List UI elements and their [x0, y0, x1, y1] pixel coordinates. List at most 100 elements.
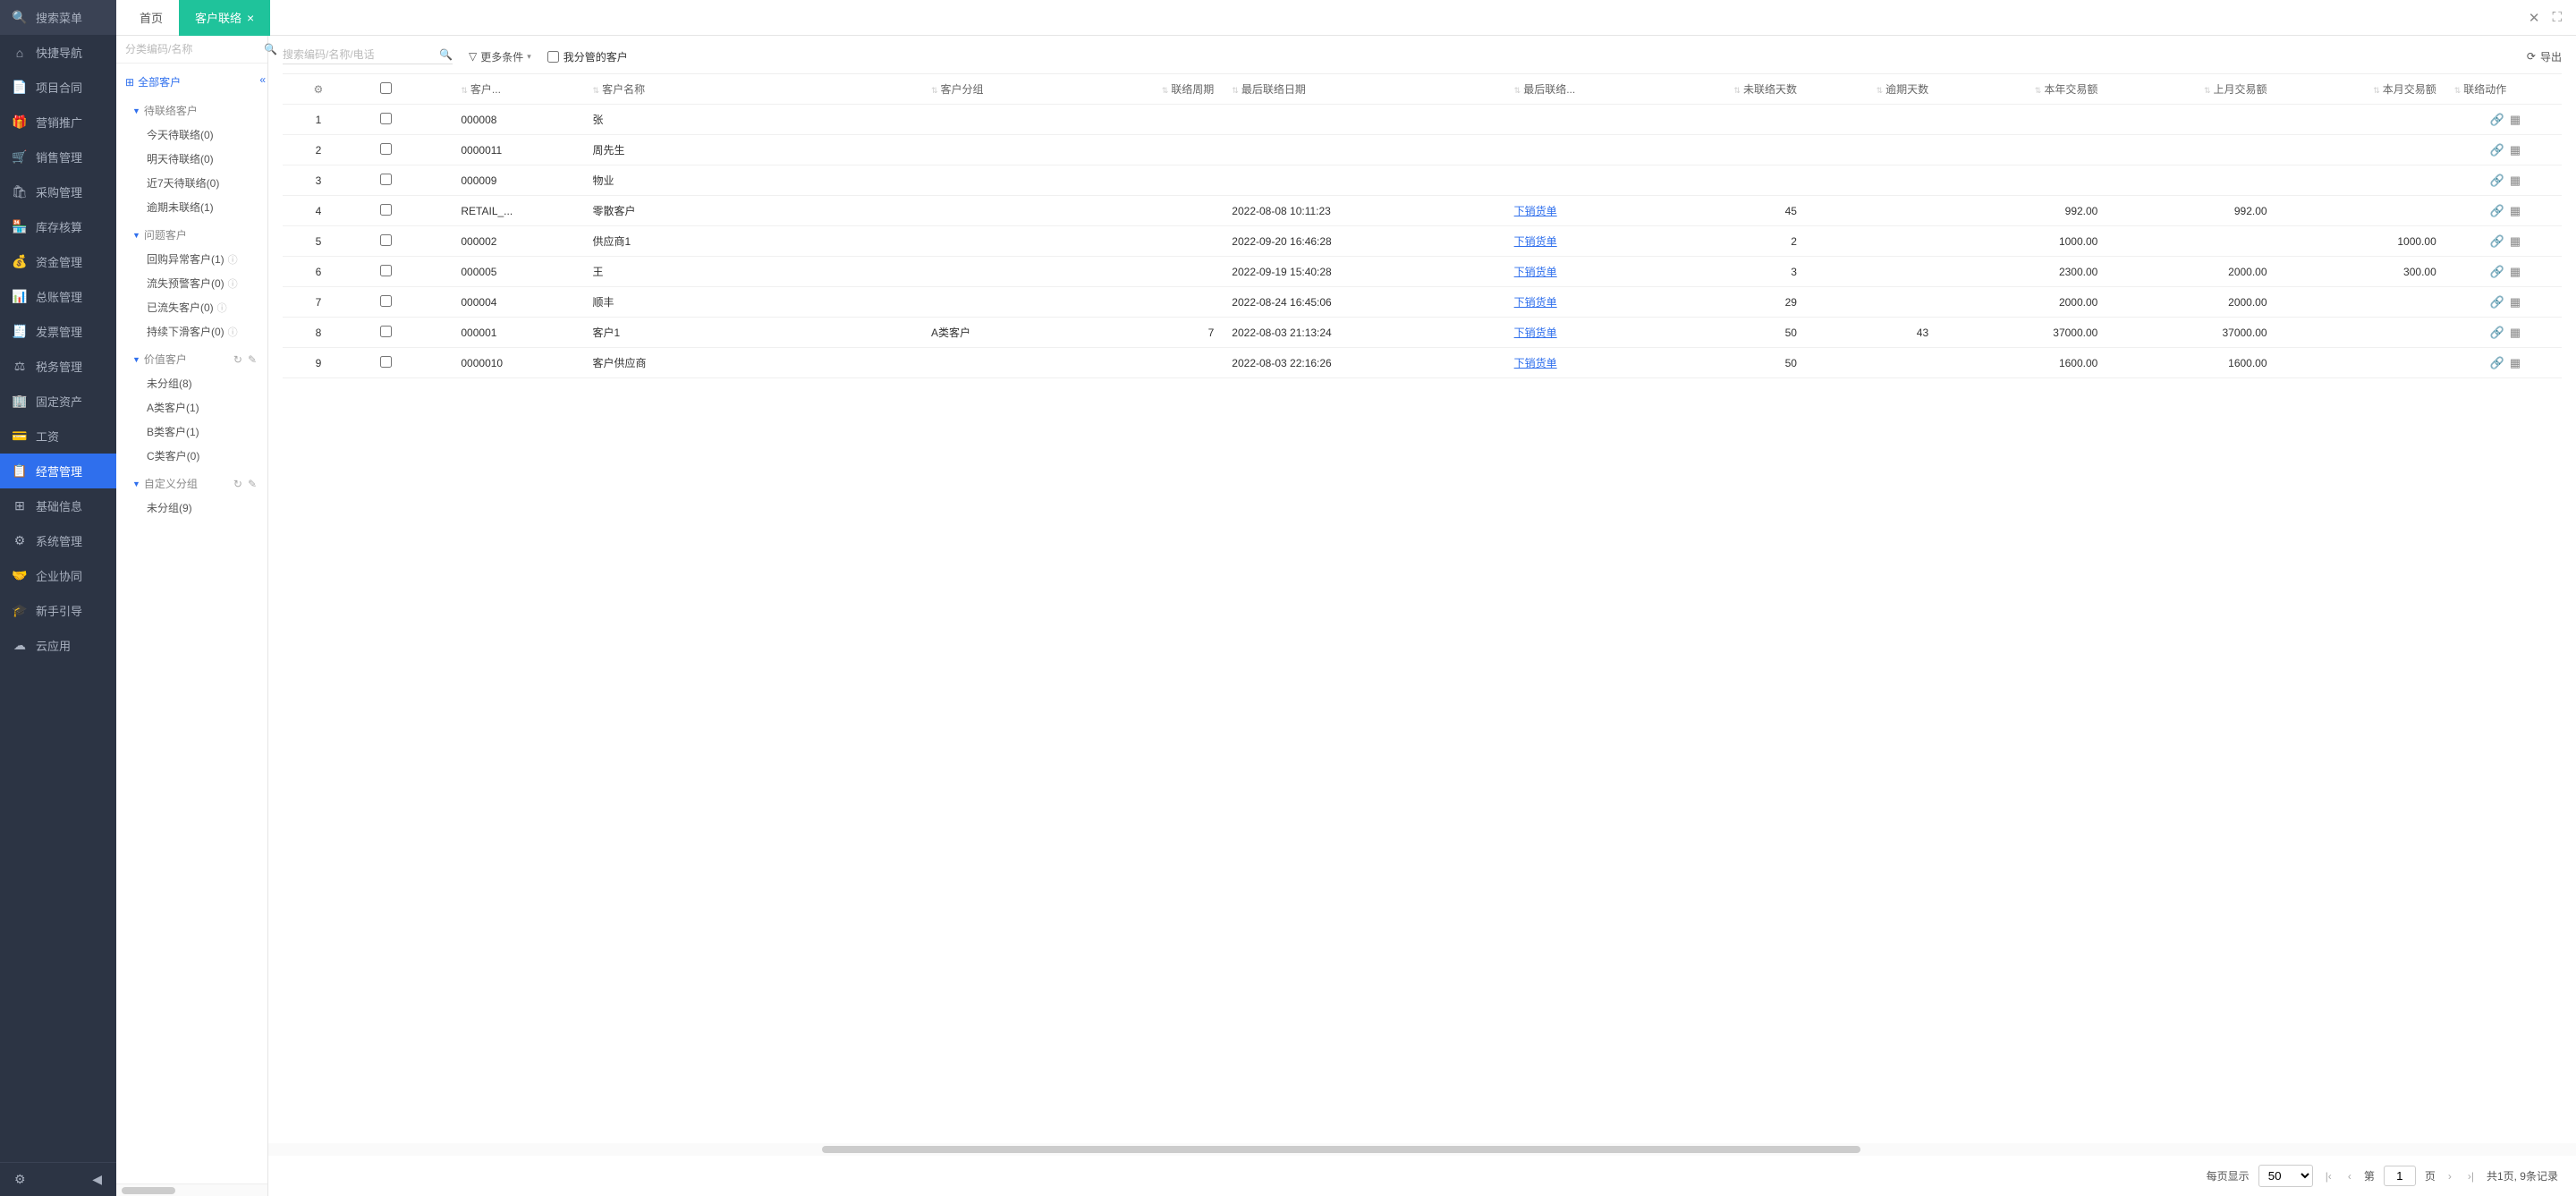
tree-leaf-0-0[interactable]: 今天待联络(0) — [116, 123, 267, 147]
tree-leaf-2-3[interactable]: C类客户(0) — [116, 444, 267, 468]
tree-group-3[interactable]: ▼自定义分组↻✎ — [116, 471, 267, 496]
edit-icon[interactable]: ✎ — [248, 353, 257, 366]
close-icon[interactable]: × — [247, 11, 254, 25]
search-input[interactable] — [283, 48, 439, 61]
tree-leaf-1-2[interactable]: 已流失客户(0)ⓘ — [116, 295, 267, 319]
refresh-icon[interactable]: ↻ — [233, 353, 242, 366]
nav-item-11[interactable]: 🏢固定资产 — [0, 384, 116, 419]
link-icon[interactable]: 🔗 — [2490, 143, 2504, 157]
col-14[interactable]: ⇅联络动作 — [2449, 74, 2562, 105]
qr-icon[interactable]: ▦ — [2510, 174, 2521, 187]
link-icon[interactable]: 🔗 — [2490, 356, 2504, 369]
row-checkbox[interactable] — [380, 174, 392, 185]
last-contact-link[interactable]: 下销货单 — [1514, 296, 1557, 309]
link-icon[interactable]: 🔗 — [2490, 204, 2504, 217]
tree-leaf-1-0[interactable]: 回购异常客户(1)ⓘ — [116, 247, 267, 271]
my-customers-checkbox[interactable]: 我分管的客户 — [547, 49, 628, 64]
tab-1[interactable]: 客户联络× — [179, 0, 270, 36]
tree-leaf-1-1[interactable]: 流失预警客户(0)ⓘ — [116, 271, 267, 295]
col-5[interactable]: ⇅客户分组 — [926, 74, 1095, 105]
nav-item-18[interactable]: ☁云应用 — [0, 628, 116, 663]
qr-icon[interactable]: ▦ — [2510, 356, 2521, 369]
last-contact-link[interactable]: 下销货单 — [1514, 235, 1557, 248]
table-scrollbar[interactable] — [268, 1143, 2576, 1156]
nav-item-1[interactable]: ⌂快捷导航 — [0, 35, 116, 70]
row-checkbox[interactable] — [380, 295, 392, 307]
row-checkbox[interactable] — [380, 326, 392, 337]
tree-root-all-customers[interactable]: ⊞ 全部客户 — [116, 69, 267, 95]
page-input[interactable] — [2384, 1166, 2416, 1186]
nav-item-7[interactable]: 💰资金管理 — [0, 244, 116, 279]
select-all-checkbox[interactable] — [380, 82, 392, 94]
nav-item-15[interactable]: ⚙系统管理 — [0, 523, 116, 558]
qr-icon[interactable]: ▦ — [2510, 204, 2521, 217]
close-tab-icon[interactable]: ✕ — [2529, 10, 2540, 26]
tree-leaf-3-0[interactable]: 未分组(9) — [116, 496, 267, 520]
col-8[interactable]: ⇅最后联络... — [1509, 74, 1659, 105]
qr-icon[interactable]: ▦ — [2510, 143, 2521, 157]
col-0[interactable]: ⚙ — [283, 74, 354, 105]
refresh-icon[interactable]: ↻ — [233, 478, 242, 490]
row-checkbox[interactable] — [380, 204, 392, 216]
last-contact-link[interactable]: 下销货单 — [1514, 357, 1557, 369]
tree-leaf-2-1[interactable]: A类客户(1) — [116, 395, 267, 420]
search-icon[interactable]: 🔍 — [439, 48, 453, 61]
qr-icon[interactable]: ▦ — [2510, 265, 2521, 278]
row-checkbox[interactable] — [380, 356, 392, 368]
nav-item-16[interactable]: 🤝企业协同 — [0, 558, 116, 593]
last-contact-link[interactable]: 下销货单 — [1514, 327, 1557, 339]
col-7[interactable]: ⇅最后联络日期 — [1226, 74, 1508, 105]
tree-group-0[interactable]: ▼待联络客户 — [116, 98, 267, 123]
tree-leaf-2-0[interactable]: 未分组(8) — [116, 371, 267, 395]
nav-item-0[interactable]: 🔍搜索菜单 — [0, 0, 116, 35]
settings-icon[interactable]: ⚙ — [14, 1172, 26, 1187]
tree-leaf-2-2[interactable]: B类客户(1) — [116, 420, 267, 444]
link-icon[interactable]: 🔗 — [2490, 234, 2504, 248]
col-4[interactable]: ⇅客户名称 — [588, 74, 926, 105]
col-12[interactable]: ⇅上月交易额 — [2110, 74, 2279, 105]
link-icon[interactable]: 🔗 — [2490, 326, 2504, 339]
nav-item-3[interactable]: 🎁营销推广 — [0, 105, 116, 140]
tree-leaf-0-1[interactable]: 明天待联络(0) — [116, 147, 267, 171]
search-icon[interactable]: 🔍 — [264, 43, 277, 55]
row-checkbox[interactable] — [380, 265, 392, 276]
tree-group-1[interactable]: ▼问题客户 — [116, 223, 267, 247]
link-icon[interactable]: 🔗 — [2490, 295, 2504, 309]
nav-item-12[interactable]: 💳工资 — [0, 419, 116, 454]
link-icon[interactable]: 🔗 — [2490, 174, 2504, 187]
next-page-button[interactable]: › — [2445, 1170, 2455, 1183]
col-13[interactable]: ⇅本月交易额 — [2280, 74, 2449, 105]
first-page-button[interactable]: |‹ — [2322, 1170, 2335, 1183]
nav-item-5[interactable]: 🛍采购管理 — [0, 174, 116, 209]
col-1[interactable] — [354, 74, 418, 105]
export-button[interactable]: ⟳ 导出 — [2527, 49, 2562, 64]
gear-icon[interactable]: ⚙ — [314, 83, 324, 96]
more-filters-button[interactable]: ▽ 更多条件 ▾ — [469, 49, 531, 64]
nav-item-2[interactable]: 📄项目合同 — [0, 70, 116, 105]
col-6[interactable]: ⇅联络周期 — [1095, 74, 1226, 105]
last-page-button[interactable]: ›| — [2464, 1170, 2478, 1183]
nav-item-17[interactable]: 🎓新手引导 — [0, 593, 116, 628]
nav-item-8[interactable]: 📊总账管理 — [0, 279, 116, 314]
qr-icon[interactable]: ▦ — [2510, 234, 2521, 248]
link-icon[interactable]: 🔗 — [2490, 113, 2504, 126]
nav-item-10[interactable]: ⚖税务管理 — [0, 349, 116, 384]
qr-icon[interactable]: ▦ — [2510, 295, 2521, 309]
tree-leaf-1-3[interactable]: 持续下滑客户(0)ⓘ — [116, 319, 267, 344]
nav-item-9[interactable]: 🧾发票管理 — [0, 314, 116, 349]
col-9[interactable]: ⇅未联络天数 — [1659, 74, 1809, 105]
qr-icon[interactable]: ▦ — [2510, 326, 2521, 339]
last-contact-link[interactable]: 下销货单 — [1514, 205, 1557, 217]
row-checkbox[interactable] — [380, 113, 392, 124]
tree-leaf-0-2[interactable]: 近7天待联络(0) — [116, 171, 267, 195]
col-11[interactable]: ⇅本年交易额 — [1941, 74, 2110, 105]
last-contact-link[interactable]: 下销货单 — [1514, 266, 1557, 278]
tree-leaf-0-3[interactable]: 逾期未联络(1) — [116, 195, 267, 219]
col-3[interactable]: ⇅客户... — [455, 74, 587, 105]
prev-page-button[interactable]: ‹ — [2344, 1170, 2355, 1183]
collapse-nav-icon[interactable]: ◀ — [92, 1172, 102, 1187]
tab-0[interactable]: 首页 — [123, 0, 179, 36]
col-2[interactable] — [418, 74, 455, 105]
per-page-select[interactable]: 50 — [2258, 1165, 2313, 1187]
tree-scrollbar[interactable] — [116, 1183, 267, 1196]
